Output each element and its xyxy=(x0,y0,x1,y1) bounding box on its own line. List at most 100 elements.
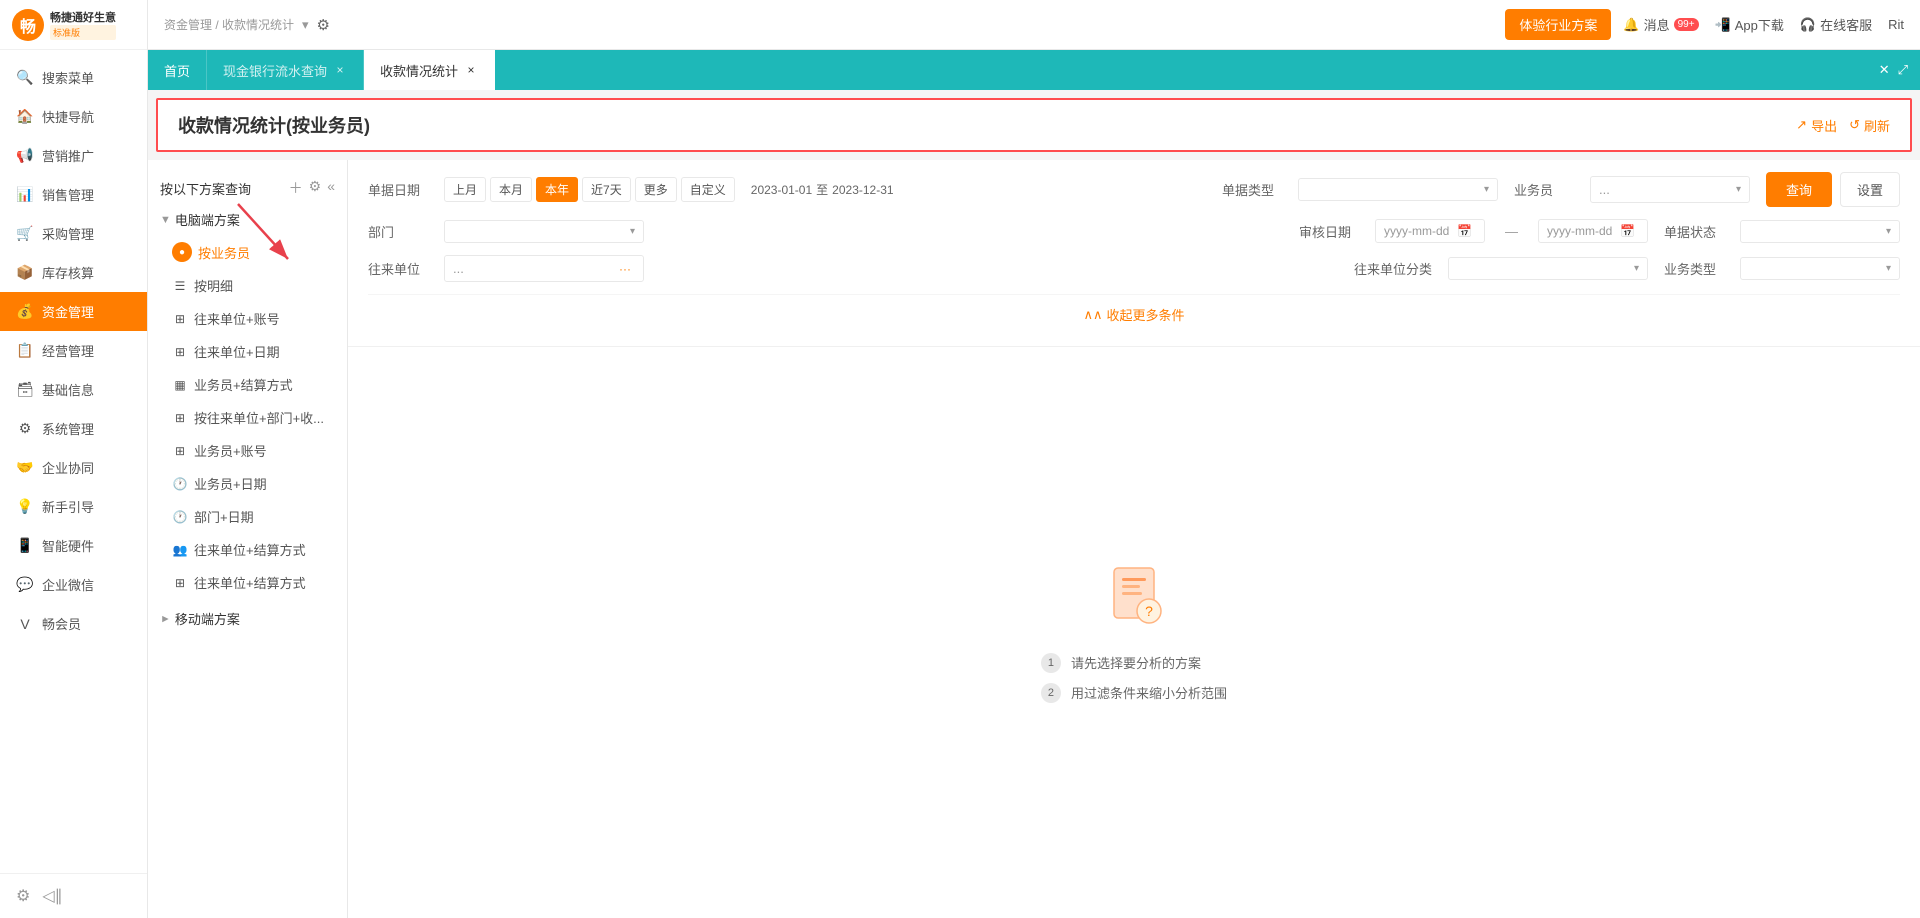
doctype-select[interactable]: ▾ xyxy=(1298,178,1498,201)
partner-more-icon[interactable]: ··· xyxy=(615,262,635,276)
sidebar-item-label-hardware: 智能硬件 xyxy=(42,536,94,555)
gear-icon[interactable]: ⚙ xyxy=(317,16,330,34)
desktop-section-title[interactable]: ▼ 电脑端方案 xyxy=(148,204,347,235)
scheme-partner-settlement-1-label: 往来单位+结算方式 xyxy=(194,540,306,559)
sidebar-item-enterprise[interactable]: 🤝 企业协同 xyxy=(0,448,147,487)
dept-chevron-icon: ▾ xyxy=(630,226,635,237)
sidebar-item-label-system: 系统管理 xyxy=(42,419,94,438)
date-btn-this-year[interactable]: 本年 xyxy=(536,177,578,202)
sidebar-item-operations[interactable]: 📋 经营管理 xyxy=(0,331,147,370)
filter-row-2: 部门 ▾ 审核日期 yyyy-mm-dd 📅 — y xyxy=(368,219,1900,243)
audit-date-to[interactable]: yyyy-mm-dd 📅 xyxy=(1538,219,1648,243)
scheme-partner-account-label: 往来单位+账号 xyxy=(194,309,280,328)
scheme-partner-date[interactable]: ⊞ 往来单位+日期 xyxy=(148,335,347,368)
doctype-chevron-icon: ▾ xyxy=(1484,184,1489,195)
wechat-icon: 💬 xyxy=(16,576,34,594)
sidebar-item-quick[interactable]: 🏠 快捷导航 xyxy=(0,97,147,136)
sidebar-item-member[interactable]: V 畅会员 xyxy=(0,604,147,643)
app-download-button[interactable]: 📲 App下载 xyxy=(1715,15,1784,34)
scheme-by-detail[interactable]: ☰ 按明细 xyxy=(148,269,347,302)
panel-settings-icon[interactable]: ⚙ xyxy=(309,178,322,198)
mobile-section-title[interactable]: ▼ 移动端方案 xyxy=(148,603,347,634)
query-button[interactable]: 查询 xyxy=(1766,172,1832,207)
scheme-salesperson-settlement[interactable]: ▦ 业务员+结算方式 xyxy=(148,368,347,401)
online-service-label: 在线客服 xyxy=(1820,15,1872,34)
date-btn-more[interactable]: 更多 xyxy=(635,177,677,202)
partner-select[interactable]: ... ··· xyxy=(444,255,644,282)
scheme-dept-date[interactable]: 🕐 部门+日期 xyxy=(148,500,347,533)
collapse-button[interactable]: ∧∧ 收起更多条件 xyxy=(368,294,1900,334)
expand-icon[interactable]: ◁∥ xyxy=(42,886,62,906)
refresh-button[interactable]: ↺ 刷新 xyxy=(1849,116,1890,135)
scheme-salesperson-date[interactable]: 🕐 业务员+日期 xyxy=(148,467,347,500)
dept-label: 部门 xyxy=(368,222,428,241)
sidebar-item-finance[interactable]: 💰 资金管理 xyxy=(0,292,147,331)
audit-date-label: 审核日期 xyxy=(1299,222,1359,241)
tab-collection-close[interactable]: × xyxy=(464,63,478,77)
tab-home[interactable]: 首页 xyxy=(148,50,207,90)
sidebar-item-wechat[interactable]: 💬 企业微信 xyxy=(0,565,147,604)
audit-to-placeholder: yyyy-mm-dd xyxy=(1547,224,1612,238)
filter-actions: 查询 设置 xyxy=(1766,172,1900,207)
date-btn-last-month[interactable]: 上月 xyxy=(444,177,486,202)
chevron-down-icon[interactable]: ▾ xyxy=(302,17,309,33)
date-options-group: 上月 本月 本年 近7天 更多 自定义 xyxy=(444,177,735,202)
sidebar-item-purchase[interactable]: 🛒 采购管理 xyxy=(0,214,147,253)
sidebar-item-label-enterprise: 企业协同 xyxy=(42,458,94,477)
trial-button[interactable]: 体验行业方案 xyxy=(1505,9,1611,40)
tab-bank-flow[interactable]: 现金银行流水查询 × xyxy=(207,50,364,90)
scheme-salesperson-date-label: 业务员+日期 xyxy=(194,474,267,493)
doc-status-select[interactable]: ▾ xyxy=(1740,220,1900,243)
audit-date-from[interactable]: yyyy-mm-dd 📅 xyxy=(1375,219,1485,243)
grid-icon-3: ⊞ xyxy=(172,410,188,426)
bell-icon: 🔔 xyxy=(1623,17,1639,33)
guide-icon: 💡 xyxy=(16,498,34,516)
sidebar-item-hardware[interactable]: 📱 智能硬件 xyxy=(0,526,147,565)
panel-add-icon[interactable]: ＋ xyxy=(289,178,303,198)
sidebar-item-system[interactable]: ⚙ 系统管理 xyxy=(0,409,147,448)
dept-select[interactable]: ▾ xyxy=(444,220,644,243)
sidebar-item-marketing[interactable]: 📢 营销推广 xyxy=(0,136,147,175)
salesperson-select[interactable]: ... ▾ xyxy=(1590,176,1750,203)
date-btn-this-month[interactable]: 本月 xyxy=(490,177,532,202)
right-panel: 单据日期 上月 本月 本年 近7天 更多 自定义 2023-01-01 至 xyxy=(348,160,1920,918)
scheme-partner-account[interactable]: ⊞ 往来单位+账号 xyxy=(148,302,347,335)
export-button[interactable]: ↗ 导出 xyxy=(1796,116,1837,135)
collapse-icon: ∧∧ xyxy=(1083,307,1102,323)
user-avatar[interactable]: Rit xyxy=(1888,17,1904,32)
scheme-partner-dept[interactable]: ⊞ 按往来单位+部门+收... xyxy=(148,401,347,434)
scheme-salesperson-account-label: 业务员+账号 xyxy=(194,441,267,460)
maximize-icon[interactable]: ⤢ xyxy=(1898,62,1908,78)
sidebar-item-search[interactable]: 🔍 搜索菜单 xyxy=(0,58,147,97)
sidebar-item-guide[interactable]: 💡 新手引导 xyxy=(0,487,147,526)
tab-collection-label: 收款情况统计 xyxy=(380,61,458,80)
tab-home-label: 首页 xyxy=(164,61,190,80)
scheme-by-salesperson[interactable]: ● 按业务员 xyxy=(148,235,347,269)
calendar-icon-2: 📅 xyxy=(1620,224,1635,238)
date-btn-custom[interactable]: 自定义 xyxy=(681,177,735,202)
tab-collection[interactable]: 收款情况统计 × xyxy=(364,50,495,90)
notification-button[interactable]: 🔔 消息 99+ xyxy=(1623,15,1698,34)
panel-collapse-icon[interactable]: « xyxy=(327,178,335,198)
business-type-select[interactable]: ▾ xyxy=(1740,257,1900,280)
close-window-icon[interactable]: ✕ xyxy=(1879,62,1890,78)
online-service-button[interactable]: 🎧 在线客服 xyxy=(1800,15,1872,34)
scheme-partner-settlement-1[interactable]: 👥 往来单位+结算方式 xyxy=(148,533,347,566)
date-btn-7days[interactable]: 近7天 xyxy=(582,177,631,202)
mobile-section-label: 移动端方案 xyxy=(175,609,240,628)
sidebar-item-label-finance: 资金管理 xyxy=(42,302,94,321)
sidebar-item-basic[interactable]: 🗃 基础信息 xyxy=(0,370,147,409)
logo-text-area: 畅捷通好生意 标准版 xyxy=(50,9,116,40)
settings-button[interactable]: 设置 xyxy=(1840,172,1900,207)
settings-icon[interactable]: ⚙ xyxy=(16,886,30,906)
grid-icon-5: ⊞ xyxy=(172,575,188,591)
tabbar-actions: ✕ ⤢ xyxy=(1879,62,1920,78)
scheme-salesperson-account[interactable]: ⊞ 业务员+账号 xyxy=(148,434,347,467)
empty-step-2: 2 用过滤条件来缩小分析范围 xyxy=(1041,683,1227,703)
topbar: 资金管理 / 收款情况统计 ▾ ⚙ 体验行业方案 🔔 消息 99+ 📲 App下… xyxy=(148,0,1920,50)
scheme-partner-settlement-2[interactable]: ⊞ 往来单位+结算方式 xyxy=(148,566,347,599)
sidebar-item-inventory[interactable]: 📦 库存核算 xyxy=(0,253,147,292)
tab-bank-flow-close[interactable]: × xyxy=(333,63,347,77)
partner-category-select[interactable]: ▾ xyxy=(1448,257,1648,280)
sidebar-item-sales[interactable]: 📊 销售管理 xyxy=(0,175,147,214)
